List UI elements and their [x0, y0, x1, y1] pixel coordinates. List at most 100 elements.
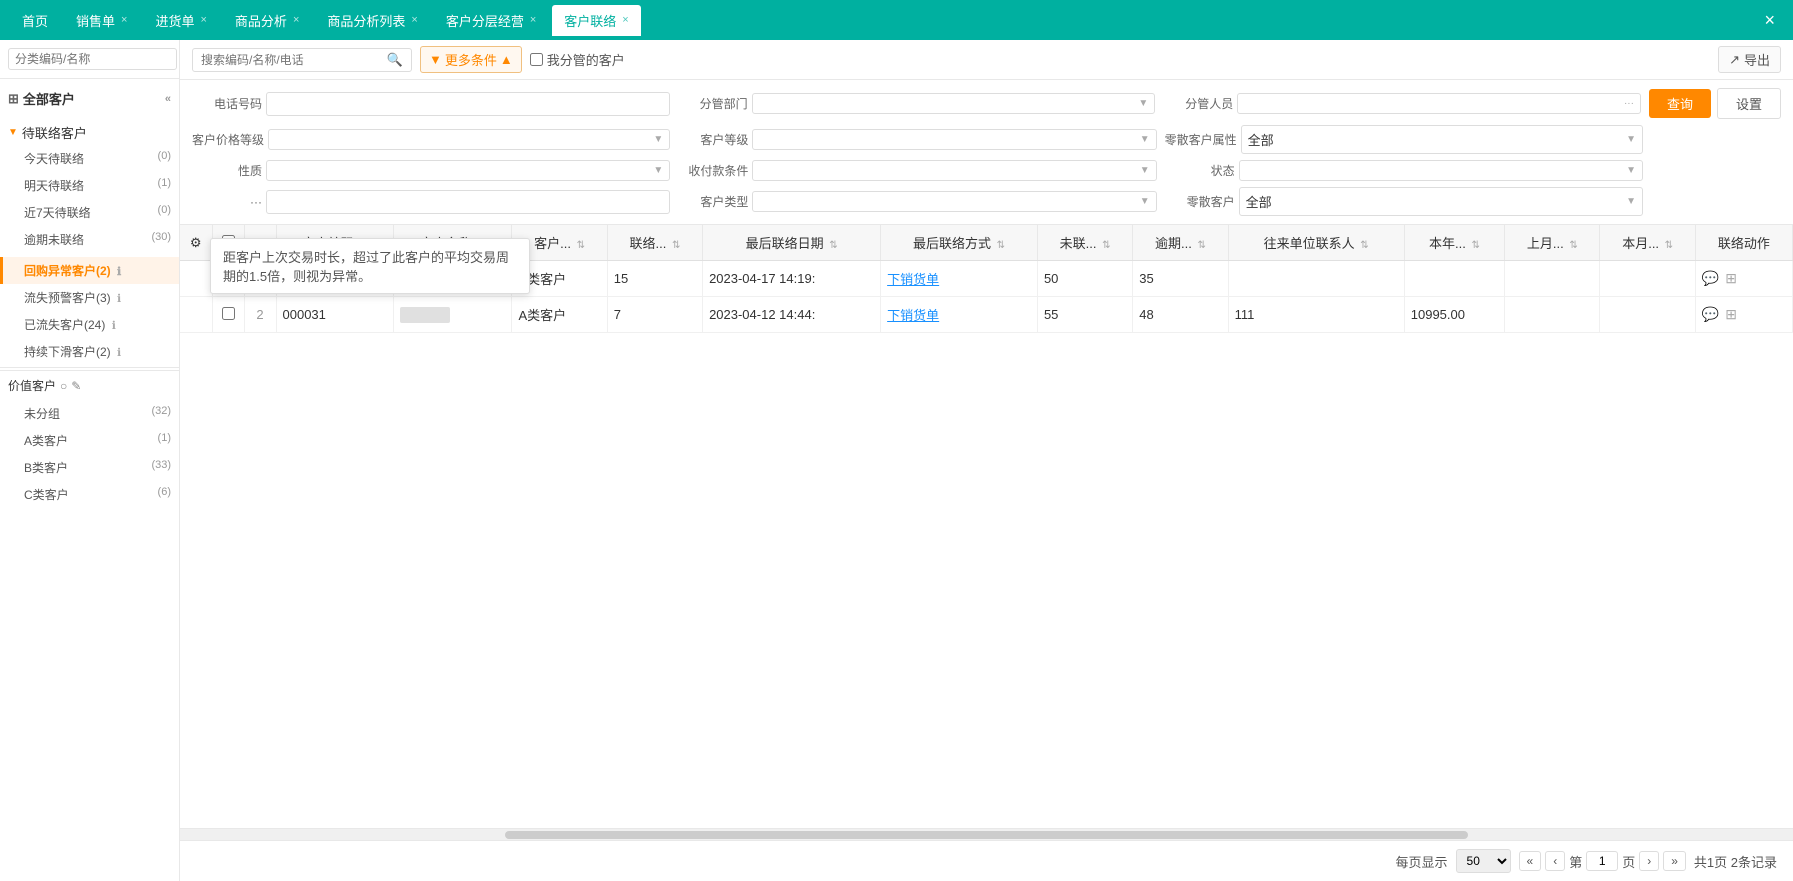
row1-gear — [180, 261, 212, 297]
nav-purchase-close[interactable]: × — [200, 14, 206, 26]
person-select[interactable]: ··· — [1237, 93, 1641, 114]
nav-analysis-close[interactable]: × — [293, 14, 299, 26]
dept-select[interactable]: ▼ — [752, 93, 1156, 114]
row2-this-month — [1600, 297, 1695, 333]
sidebar-item-tomorrow[interactable]: 明天待联络(1) — [0, 172, 179, 199]
th-last-month[interactable]: 上月... ⇅ — [1505, 225, 1600, 261]
main-search-icon[interactable]: 🔍 — [387, 52, 403, 68]
nav-customer-tier-label: 客户分层经营 — [446, 11, 524, 30]
nav-analysis[interactable]: 商品分析 × — [223, 5, 311, 36]
row2-code[interactable]: 000031 — [276, 297, 394, 333]
sidebar-item-loss-warning[interactable]: 流失预警客户(3) ℹ — [0, 284, 179, 311]
row1-chat-icon[interactable]: 💬 — [1702, 270, 1719, 287]
retail-attr-select[interactable]: 全部 ▼ — [1241, 125, 1643, 154]
th-last-date[interactable]: 最后联络日期 ⇅ — [703, 225, 881, 261]
th-settings[interactable]: ⚙ — [180, 225, 212, 261]
sidebar-item-b-class[interactable]: B类客户(33) — [0, 454, 179, 481]
sidebar-item-a-class[interactable]: A类客户(1) — [0, 427, 179, 454]
th-contact[interactable]: 联络... ⇅ — [607, 225, 702, 261]
row2-name[interactable] — [394, 297, 512, 333]
filter-row-4: ··· 客户类型 ▼ 零散客户 全部 ▼ — [192, 187, 1781, 216]
nav-customer-contact-close[interactable]: × — [622, 14, 628, 26]
scroll-thumb[interactable] — [505, 831, 1468, 839]
th-overdue[interactable]: 逾期... ⇅ — [1133, 225, 1228, 261]
th-unread[interactable]: 未联... ⇅ — [1037, 225, 1132, 261]
row2-method-link[interactable]: 下销货单 — [887, 308, 939, 323]
nav-analysis-list[interactable]: 商品分析列表 × — [315, 5, 429, 36]
row2-checkbox[interactable] — [222, 307, 235, 320]
nature-select[interactable]: ▼ — [266, 160, 670, 181]
nav-customer-tier[interactable]: 客户分层经营 × — [434, 5, 548, 36]
row1-grid-icon[interactable]: ⊞ — [1725, 270, 1737, 287]
nav-customer-tier-close[interactable]: × — [530, 14, 536, 26]
window-close-button[interactable]: × — [1756, 6, 1783, 35]
th-this-year[interactable]: 本年... ⇅ — [1404, 225, 1504, 261]
per-page-select[interactable]: 50 20 100 — [1456, 849, 1511, 873]
my-customers-checkbox[interactable] — [530, 53, 543, 66]
filter-row-3: 性质 ▼ 收付款条件 ▼ 状态 — [192, 160, 1781, 181]
grid-icon: ⊞ — [8, 91, 19, 107]
price-grade-select[interactable]: ▼ — [268, 129, 670, 150]
sidebar-search-input[interactable] — [8, 48, 177, 70]
row2-chat-icon[interactable]: 💬 — [1702, 306, 1719, 323]
nav-sales-close[interactable]: × — [121, 14, 127, 26]
next-page-btn[interactable]: › — [1639, 851, 1659, 871]
sidebar-item-ungrouped[interactable]: 未分组(32) — [0, 400, 179, 427]
retail-customer-select[interactable]: 全部 ▼ — [1239, 187, 1643, 216]
sidebar-item-declining[interactable]: 持续下滑客户(2) ℹ — [0, 338, 179, 365]
row2-grid-icon[interactable]: ⊞ — [1725, 306, 1737, 323]
sidebar-item-repurchase-abnormal[interactable]: 回购异常客户(2) ℹ — [0, 257, 179, 284]
data-table-container: ⚙ 客户编码 ⇅ 客户名称 ⇅ 客户... ⇅ 联络... ⇅ 最后联络日期 ⇅… — [180, 225, 1793, 828]
main-search-input[interactable] — [201, 53, 383, 67]
prev-page-btn[interactable]: ‹ — [1545, 851, 1565, 871]
top-nav: 首页 销售单 × 进货单 × 商品分析 × 商品分析列表 × 客户分层经营 × … — [0, 0, 1793, 40]
customer-type-field: 客户类型 ▼ — [678, 191, 1156, 212]
th-contacts-person[interactable]: 往来单位联系人 ⇅ — [1228, 225, 1404, 261]
nav-purchase[interactable]: 进货单 × — [143, 5, 218, 36]
last-page-btn[interactable]: » — [1663, 851, 1686, 871]
sidebar-item-today[interactable]: 今天待联络(0) — [0, 145, 179, 172]
misc-field: ··· — [192, 190, 670, 214]
my-customers-filter[interactable]: 我分管的客户 — [530, 50, 625, 69]
main-search-box: 🔍 — [192, 48, 412, 72]
value-customers-edit-btn[interactable]: ✎ — [71, 379, 81, 393]
query-button[interactable]: 查询 — [1649, 89, 1711, 118]
nature-field: 性质 ▼ — [192, 160, 670, 181]
payment-select[interactable]: ▼ — [752, 160, 1156, 181]
customer-grade-select[interactable]: ▼ — [752, 129, 1156, 150]
row2-type: A类客户 — [512, 297, 607, 333]
export-button[interactable]: ↗ 导出 — [1718, 46, 1781, 73]
settings-button[interactable]: 设置 — [1717, 88, 1781, 119]
page-number-input[interactable] — [1586, 851, 1618, 871]
payment-label: 收付款条件 — [678, 162, 748, 179]
sidebar-item-7days[interactable]: 近7天待联络(0) — [0, 199, 179, 226]
sidebar-all-customers[interactable]: ⊞ 全部客户 « — [0, 83, 179, 114]
more-conditions-btn[interactable]: ▼ 更多条件 ▲ — [420, 46, 522, 73]
row2-unread: 55 — [1037, 297, 1132, 333]
row1-method-link[interactable]: 下销货单 — [887, 272, 939, 287]
horizontal-scrollbar[interactable] — [180, 828, 1793, 840]
customer-type-select[interactable]: ▼ — [752, 191, 1156, 212]
sidebar-item-lost[interactable]: 已流失客户(24) ℹ — [0, 311, 179, 338]
nav-analysis-list-close[interactable]: × — [411, 14, 417, 26]
main-layout: 🔍 ⊞ 全部客户 « ▼ 待联络客户 今天待联络(0) 明天待联络(1) 近7天… — [0, 40, 1793, 881]
info-icon-2: ℹ — [117, 293, 121, 305]
th-last-method[interactable]: 最后联络方式 ⇅ — [881, 225, 1038, 261]
first-page-btn[interactable]: « — [1519, 851, 1542, 871]
status-select[interactable]: ▼ — [1239, 160, 1643, 181]
nav-customer-contact[interactable]: 客户联络 × — [552, 5, 640, 36]
pending-contact-title[interactable]: ▼ 待联络客户 — [0, 118, 179, 145]
value-customers-circle-btn[interactable]: ○ — [60, 379, 67, 393]
nav-sales[interactable]: 销售单 × — [64, 5, 139, 36]
retail-attr-label: 零散客户属性 — [1165, 131, 1237, 148]
phone-field: 电话号码 — [192, 92, 670, 116]
th-this-month[interactable]: 本月... ⇅ — [1600, 225, 1695, 261]
filter-row-2: 客户价格等级 ▼ 客户等级 ▼ 零散客户属性 全部 — [192, 125, 1781, 154]
misc-input[interactable] — [266, 190, 670, 214]
sidebar-item-c-class[interactable]: C类客户(6) — [0, 481, 179, 508]
sidebar-collapse-btn[interactable]: « — [165, 93, 171, 105]
person-arrow-icon: ··· — [1624, 98, 1634, 109]
sidebar-item-overdue[interactable]: 逾期未联络(30) — [0, 226, 179, 253]
nav-home[interactable]: 首页 — [10, 5, 60, 36]
phone-input[interactable] — [266, 92, 670, 116]
